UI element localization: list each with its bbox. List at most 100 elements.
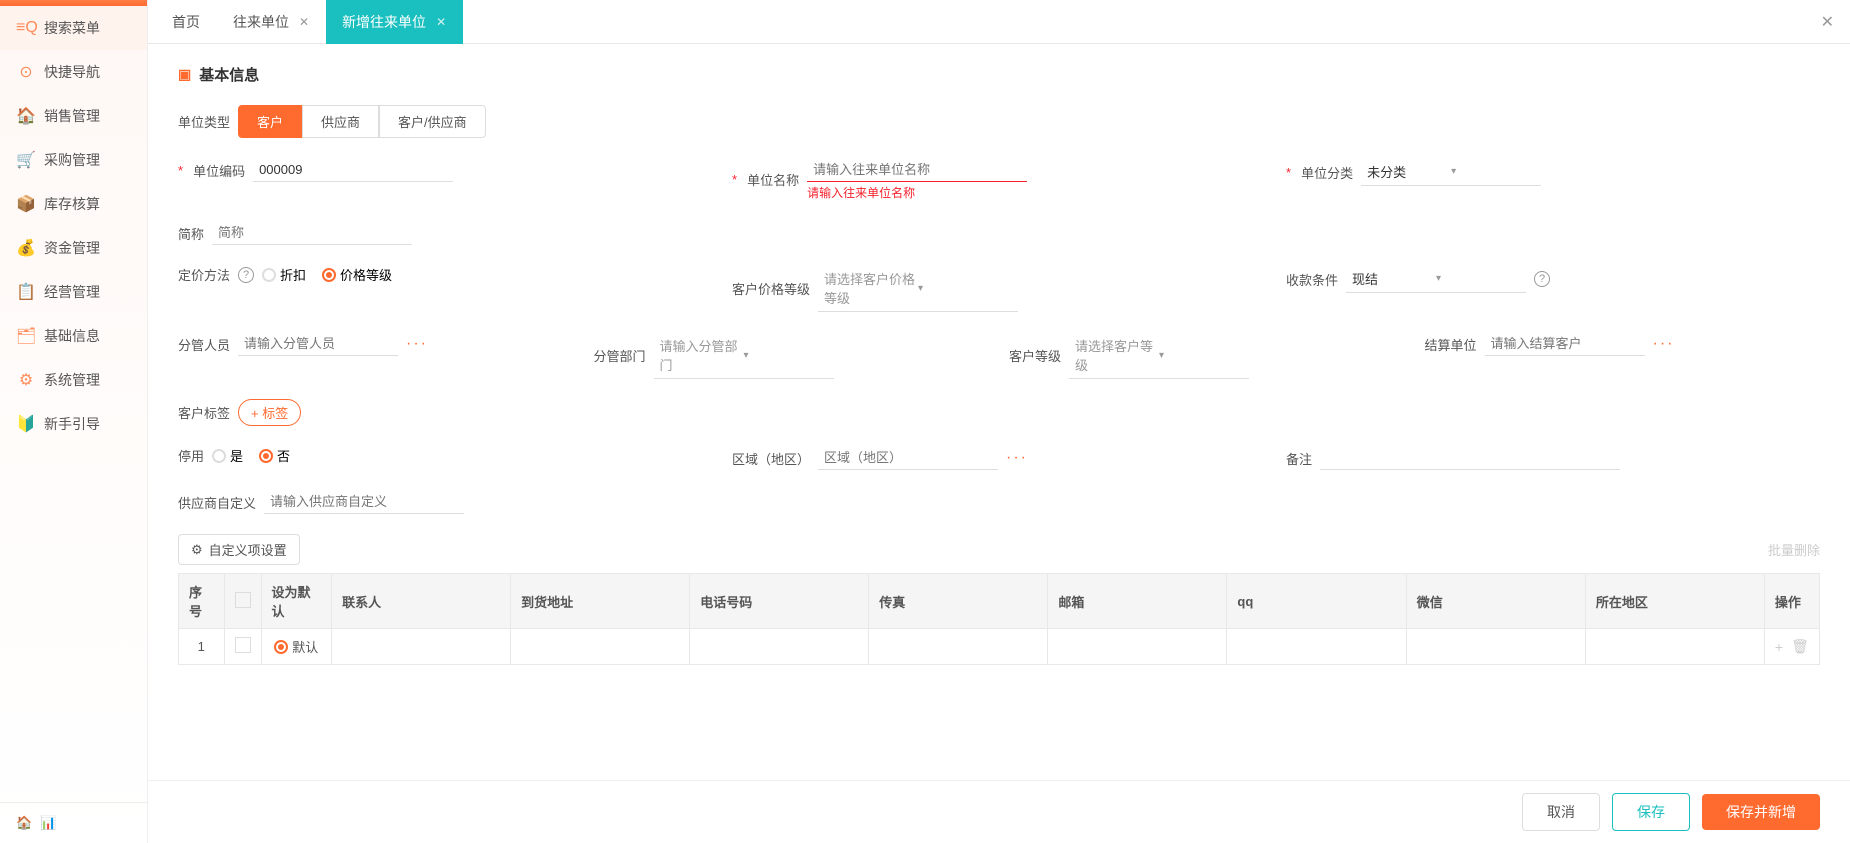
customer-level-select[interactable]: 请选择客户等级 ▾ (1069, 332, 1249, 379)
row-wechat[interactable] (1406, 629, 1585, 665)
short-name-input[interactable] (212, 221, 412, 245)
contact-input[interactable] (342, 639, 500, 654)
sidebar-item-guide[interactable]: 🔰 新手引导 (0, 402, 147, 446)
row-address[interactable] (511, 629, 690, 665)
row-checkbox-box[interactable] (235, 637, 251, 653)
batch-delete-button[interactable]: 批量删除 (1768, 540, 1820, 559)
unit-type-customer[interactable]: 客户 (238, 105, 302, 138)
qq-input[interactable] (1237, 639, 1395, 654)
unit-category-value: 未分类 (1367, 162, 1451, 181)
region-more-btn[interactable]: ··· (1006, 449, 1028, 467)
settlement-more-btn[interactable]: ··· (1653, 335, 1675, 353)
row-actions: + 🗑 (1764, 629, 1819, 665)
unit-code-input[interactable] (253, 158, 453, 182)
sidebar-item-label: 库存核算 (44, 194, 100, 214)
tab-home[interactable]: 首页 (156, 0, 217, 44)
customer-level-arrow: ▾ (1159, 350, 1243, 361)
sidebar-item-search[interactable]: ≡Q 搜索菜单 (0, 6, 147, 50)
wechat-input[interactable] (1417, 639, 1575, 654)
unit-type-supplier[interactable]: 供应商 (302, 105, 379, 138)
region-input[interactable] (818, 446, 998, 470)
guide-icon: 🔰 (16, 414, 36, 434)
sidebar-item-purchase[interactable]: 🛒 采购管理 (0, 138, 147, 182)
sidebar-item-label: 资金管理 (44, 238, 100, 258)
unit-category-select[interactable]: 未分类 ▾ (1361, 158, 1541, 186)
row-contact[interactable] (332, 629, 511, 665)
pricing-help-icon[interactable]: ? (238, 267, 254, 283)
sidebar-item-system[interactable]: ⚙ 系统管理 (0, 358, 147, 402)
purchase-icon: 🛒 (16, 150, 36, 170)
supplier-custom-input[interactable] (264, 490, 464, 514)
unit-name-wrapper: 请输入往来单位名称 (807, 158, 1027, 201)
sidebar-item-sales[interactable]: 🏠 销售管理 (0, 94, 147, 138)
col-phone: 电话号码 (690, 574, 869, 629)
tabbar: 首页 往来单位 ✕ 新增往来单位 ✕ ✕ (148, 0, 1850, 44)
tab-units-label: 往来单位 (233, 12, 289, 32)
price-level-placeholder: 请选择客户价格等级 (824, 269, 918, 307)
operations-icon: 📋 (16, 282, 36, 302)
price-level-select[interactable]: 请选择客户价格等级 ▾ (818, 265, 1018, 312)
unit-name-label: 单位名称 (747, 170, 799, 189)
sidebar-item-label: 销售管理 (44, 106, 100, 126)
sidebar-bottom[interactable]: 🏠 📊 (0, 802, 147, 843)
fax-input[interactable] (879, 639, 1037, 654)
unit-name-error: 请输入往来单位名称 (807, 184, 1027, 201)
tab-new-unit[interactable]: 新增往来单位 ✕ (326, 0, 463, 44)
row-checkbox[interactable] (224, 629, 261, 665)
manager-more-btn[interactable]: ··· (406, 335, 428, 353)
remark-input[interactable] (1320, 446, 1620, 470)
sidebar-item-finance[interactable]: 💰 资金管理 (0, 226, 147, 270)
payment-terms-label: 收款条件 (1286, 270, 1338, 289)
disabled-yes-radio[interactable]: 是 (212, 446, 243, 465)
cancel-button[interactable]: 取消 (1522, 793, 1600, 831)
payment-terms-select[interactable]: 现结 ▾ (1346, 265, 1526, 293)
unit-type-both[interactable]: 客户/供应商 (379, 105, 486, 138)
row-qq[interactable] (1227, 629, 1406, 665)
unit-name-input[interactable] (807, 158, 1027, 182)
disabled-yes-label: 是 (230, 446, 243, 465)
row-region[interactable] (1585, 629, 1764, 665)
address-input[interactable] (521, 639, 679, 654)
custom-settings-label: 自定义项设置 (209, 540, 287, 559)
region-input-cell[interactable] (1596, 639, 1754, 654)
manager-label: 分管人员 (178, 335, 230, 354)
pricing-discount-radio[interactable]: 折扣 (262, 265, 306, 284)
payment-help-icon[interactable]: ? (1534, 271, 1550, 287)
settlement-input[interactable] (1485, 332, 1645, 356)
tab-units[interactable]: 往来单位 ✕ (217, 0, 326, 44)
row-default-circle (274, 640, 288, 654)
department-group: 分管部门 请输入分管部门 ▾ (594, 332, 990, 379)
department-select[interactable]: 请输入分管部门 ▾ (654, 332, 834, 379)
manager-input[interactable] (238, 332, 398, 356)
tab-units-close[interactable]: ✕ (299, 15, 309, 29)
tag-add-button[interactable]: + 标签 (238, 399, 301, 426)
sidebar-item-inventory[interactable]: 📦 库存核算 (0, 182, 147, 226)
col-qq: qq (1227, 574, 1406, 629)
pricing-level-radio[interactable]: 价格等级 (322, 265, 392, 284)
email-input[interactable] (1058, 639, 1216, 654)
row-fax[interactable] (869, 629, 1048, 665)
tabbar-close-btn[interactable]: ✕ (1813, 8, 1842, 36)
sidebar-item-quicknav[interactable]: ⊙ 快捷导航 (0, 50, 147, 94)
supplier-custom-label: 供应商自定义 (178, 493, 256, 512)
save-button[interactable]: 保存 (1612, 793, 1690, 831)
row-add-icon[interactable]: + (1775, 639, 1783, 655)
save-new-button[interactable]: 保存并新增 (1702, 794, 1820, 830)
tab-new-unit-label: 新增往来单位 (342, 12, 426, 32)
row-delete-icon[interactable]: 🗑 (1791, 638, 1809, 655)
tab-home-label: 首页 (172, 12, 200, 32)
row-default-radio[interactable]: 默认 (272, 637, 322, 656)
col-default: 设为默认 (261, 574, 332, 629)
phone-input[interactable] (700, 639, 858, 654)
row-phone[interactable] (690, 629, 869, 665)
custom-settings-button[interactable]: ⚙ 自定义项设置 (178, 534, 300, 565)
tab-new-unit-close[interactable]: ✕ (436, 15, 446, 29)
table-toolbar: ⚙ 自定义项设置 批量删除 (178, 534, 1820, 565)
row-email[interactable] (1048, 629, 1227, 665)
sidebar-item-operations[interactable]: 📋 经营管理 (0, 270, 147, 314)
pricing-discount-circle (262, 268, 276, 282)
header-checkbox[interactable] (235, 592, 251, 608)
disabled-no-radio[interactable]: 否 (259, 446, 290, 465)
search-icon: ≡Q (16, 19, 36, 37)
sidebar-item-basic[interactable]: 🗂 基础信息 (0, 314, 147, 358)
